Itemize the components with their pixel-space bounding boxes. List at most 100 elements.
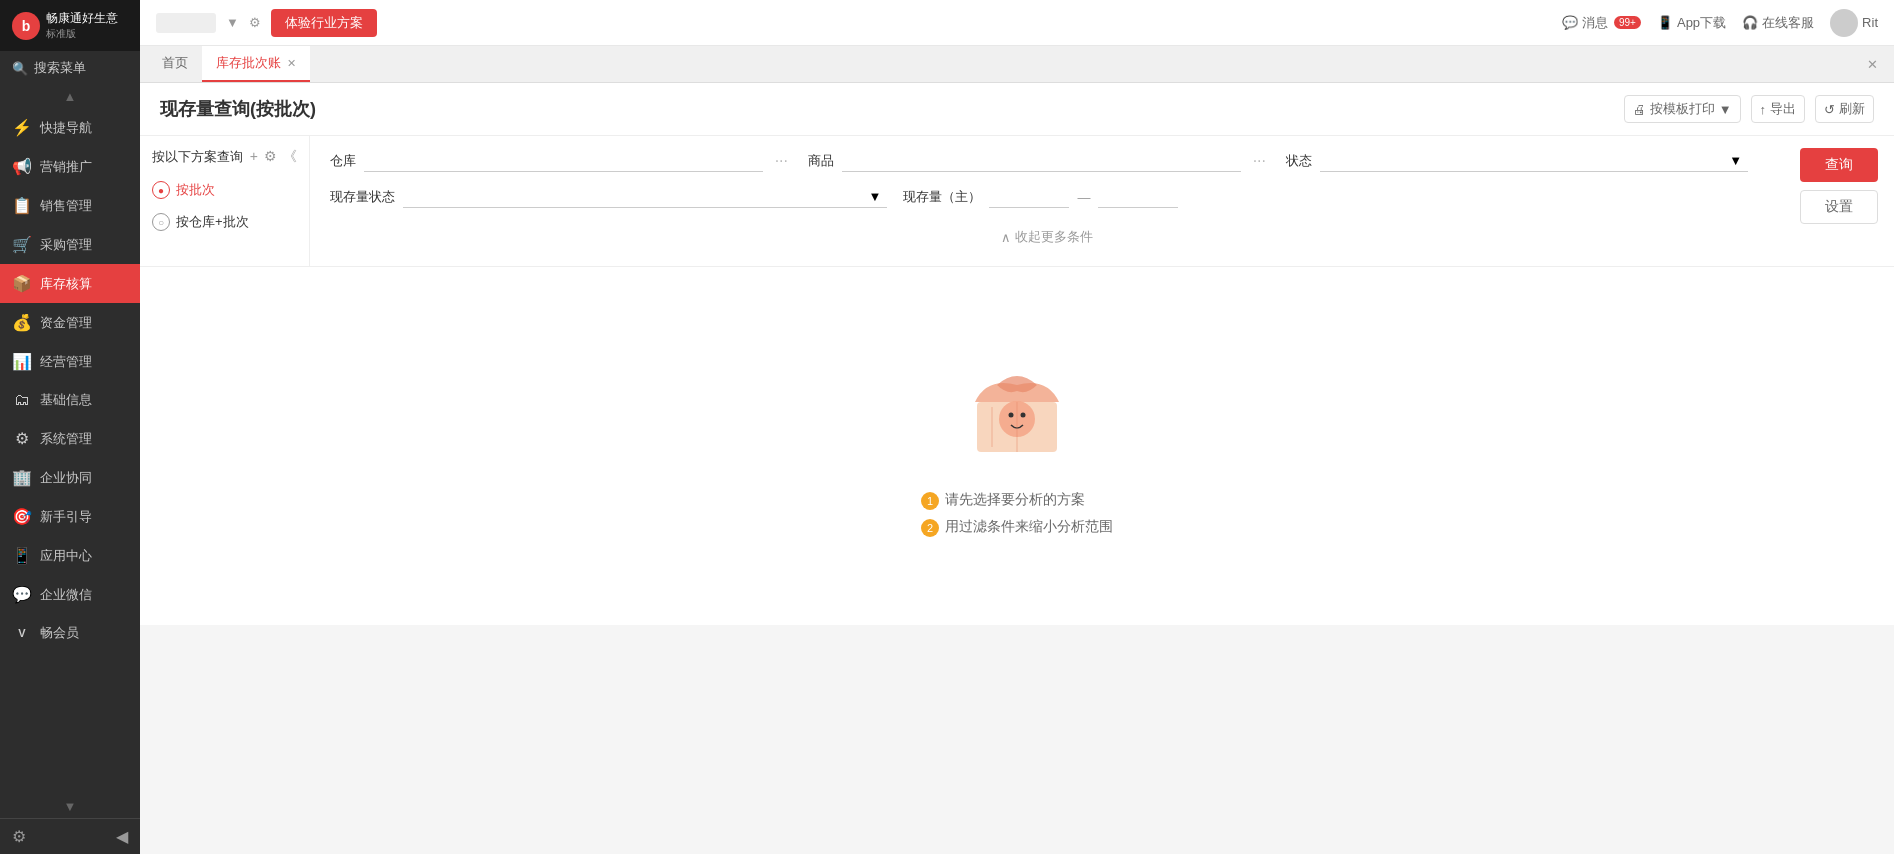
sidebar-search[interactable]: 🔍 搜索菜单 [0, 51, 140, 85]
tab-close-panel-icon[interactable]: ✕ [1859, 49, 1886, 80]
sidebar-bottom: ⚙ ◀ [0, 818, 140, 854]
filter-status-col: 状态 ▼ [1286, 150, 1764, 172]
warehouse-input[interactable] [364, 150, 763, 172]
sidebar-logo: b 畅康通好生意 标准版 [0, 0, 140, 51]
system-icon: ⚙ [12, 429, 32, 448]
scheme-collapse-icon[interactable]: 《 [283, 148, 297, 166]
sidebar-item-purchase[interactable]: 🛒 采购管理 [0, 225, 140, 264]
user-profile[interactable]: Rit [1830, 9, 1878, 37]
enterprise-icon: 🏢 [12, 468, 32, 487]
basics-icon: 🗂 [12, 391, 32, 409]
industry-solution-button[interactable]: 体验行业方案 [271, 9, 377, 37]
filter-section: 按以下方案查询 + ⚙ 《 ● 按批次 ○ 按仓库+批次 [140, 136, 1894, 267]
messages-button[interactable]: 💬 消息 99+ [1562, 14, 1641, 32]
inventory-status-arrow-icon: ▼ [869, 189, 882, 204]
guide-icon: 🎯 [12, 507, 32, 526]
print-icon: 🖨 [1633, 102, 1646, 117]
app-center-icon: 📱 [12, 546, 32, 565]
sidebar-item-operations[interactable]: 📊 经营管理 [0, 342, 140, 381]
sidebar-scroll-up[interactable]: ▲ [0, 85, 140, 108]
sidebar-settings-button[interactable]: ⚙ [12, 827, 26, 846]
print-button[interactable]: 🖨 按模板打印 ▼ [1624, 95, 1741, 123]
sidebar-toggle-button[interactable]: ◀ [116, 827, 128, 846]
quantity-max-input[interactable] [1098, 186, 1178, 208]
collapse-more-button[interactable]: ∧ 收起更多条件 [330, 222, 1764, 252]
tip-1-number: 1 [921, 492, 939, 510]
quantity-dash: — [1077, 190, 1090, 205]
marketing-icon: 📢 [12, 157, 32, 176]
filter-warehouse-col: 仓库 ··· [330, 150, 808, 172]
settings-button[interactable]: 设置 [1800, 190, 1878, 224]
product-input[interactable] [842, 150, 1241, 172]
product-more-icon[interactable]: ··· [1249, 152, 1270, 170]
sidebar-item-quick-nav[interactable]: ⚡ 快捷导航 [0, 108, 140, 147]
app-download-button[interactable]: 📱 App下载 [1657, 14, 1726, 32]
service-icon: 🎧 [1742, 15, 1758, 30]
empty-tip-2: 2 用过滤条件来缩小分析范围 [921, 518, 1113, 537]
sidebar-item-wechat[interactable]: 💬 企业微信 [0, 575, 140, 614]
empty-illustration [957, 347, 1077, 467]
sidebar-item-app-center[interactable]: 📱 应用中心 [0, 536, 140, 575]
messages-icon: 💬 [1562, 15, 1578, 30]
tab-home[interactable]: 首页 [148, 46, 202, 82]
scheme-item-by-batch[interactable]: ● 按批次 [140, 174, 309, 206]
scheme-panel: 按以下方案查询 + ⚙ 《 ● 按批次 ○ 按仓库+批次 [140, 136, 310, 266]
sidebar-item-enterprise[interactable]: 🏢 企业协同 [0, 458, 140, 497]
status-select[interactable]: ▼ [1320, 150, 1748, 172]
inventory-status-select[interactable]: ▼ [403, 186, 887, 208]
scheme-panel-header: 按以下方案查询 + ⚙ 《 [140, 148, 309, 174]
search-icon: 🔍 [12, 61, 28, 76]
action-buttons: 查询 设置 [1784, 136, 1894, 266]
quantity-min-input[interactable] [989, 186, 1069, 208]
filter-row-2: 现存量状态 ▼ 现存量（主） — [330, 186, 1764, 208]
tab-inventory-batch[interactable]: 库存批次账 ✕ [202, 46, 310, 82]
query-button[interactable]: 查询 [1800, 148, 1878, 182]
sidebar-item-member[interactable]: V 畅会员 [0, 614, 140, 652]
status-label: 状态 [1286, 152, 1312, 170]
svg-point-3 [1021, 413, 1026, 418]
sidebar-logo-text: 畅康通好生意 标准版 [46, 10, 118, 41]
operations-icon: 📊 [12, 352, 32, 371]
sidebar: b 畅康通好生意 标准版 🔍 搜索菜单 ▲ ⚡ 快捷导航 📢 营销推广 📋 销售… [0, 0, 140, 854]
warehouse-more-icon[interactable]: ··· [771, 152, 792, 170]
tabbar: 首页 库存批次账 ✕ ✕ [140, 46, 1894, 83]
sidebar-item-guide[interactable]: 🎯 新手引导 [0, 497, 140, 536]
export-icon: ↑ [1760, 102, 1767, 117]
scheme-settings-icon[interactable]: ⚙ [264, 148, 277, 166]
topbar-right: 💬 消息 99+ 📱 App下载 🎧 在线客服 Rit [1562, 9, 1878, 37]
online-service-button[interactable]: 🎧 在线客服 [1742, 14, 1814, 32]
sidebar-scroll-down[interactable]: ▼ [0, 795, 140, 818]
breadcrumb-dropdown-icon[interactable]: ▼ [226, 15, 239, 30]
scheme-item-by-warehouse-batch[interactable]: ○ 按仓库+批次 [140, 206, 309, 238]
tab-close-button[interactable]: ✕ [287, 57, 296, 70]
scheme-add-icon[interactable]: + [250, 148, 258, 166]
sales-icon: 📋 [12, 196, 32, 215]
sidebar-item-sales[interactable]: 📋 销售管理 [0, 186, 140, 225]
sidebar-item-marketing[interactable]: 📢 营销推广 [0, 147, 140, 186]
refresh-button[interactable]: ↺ 刷新 [1815, 95, 1874, 123]
topbar-logo-placeholder [156, 13, 216, 33]
sidebar-menu: ⚡ 快捷导航 📢 营销推广 📋 销售管理 🛒 采购管理 📦 库存核算 💰 资金管… [0, 108, 140, 795]
sidebar-item-basics[interactable]: 🗂 基础信息 [0, 381, 140, 419]
topbar-settings-icon[interactable]: ⚙ [249, 15, 261, 30]
warehouse-label: 仓库 [330, 152, 356, 170]
scheme-active-icon: ● [152, 181, 170, 199]
sidebar-item-system[interactable]: ⚙ 系统管理 [0, 419, 140, 458]
tip-2-text: 用过滤条件来缩小分析范围 [945, 518, 1113, 536]
page-title: 现存量查询(按批次) [160, 97, 316, 121]
sidebar-item-finance[interactable]: 💰 资金管理 [0, 303, 140, 342]
tip-2-number: 2 [921, 519, 939, 537]
export-button[interactable]: ↑ 导出 [1751, 95, 1806, 123]
collapse-icon: ∧ [1001, 230, 1011, 245]
purchase-icon: 🛒 [12, 235, 32, 254]
filter-quantity-col: 现存量（主） — [903, 186, 1476, 208]
svg-point-2 [1009, 413, 1014, 418]
product-label: 商品 [808, 152, 834, 170]
finance-icon: 💰 [12, 313, 32, 332]
page-header-actions: 🖨 按模板打印 ▼ ↑ 导出 ↺ 刷新 [1624, 95, 1874, 123]
messages-badge: 99+ [1614, 16, 1641, 29]
refresh-icon: ↺ [1824, 102, 1835, 117]
sidebar-item-inventory[interactable]: 📦 库存核算 [0, 264, 140, 303]
inventory-status-label: 现存量状态 [330, 188, 395, 206]
avatar [1830, 9, 1858, 37]
